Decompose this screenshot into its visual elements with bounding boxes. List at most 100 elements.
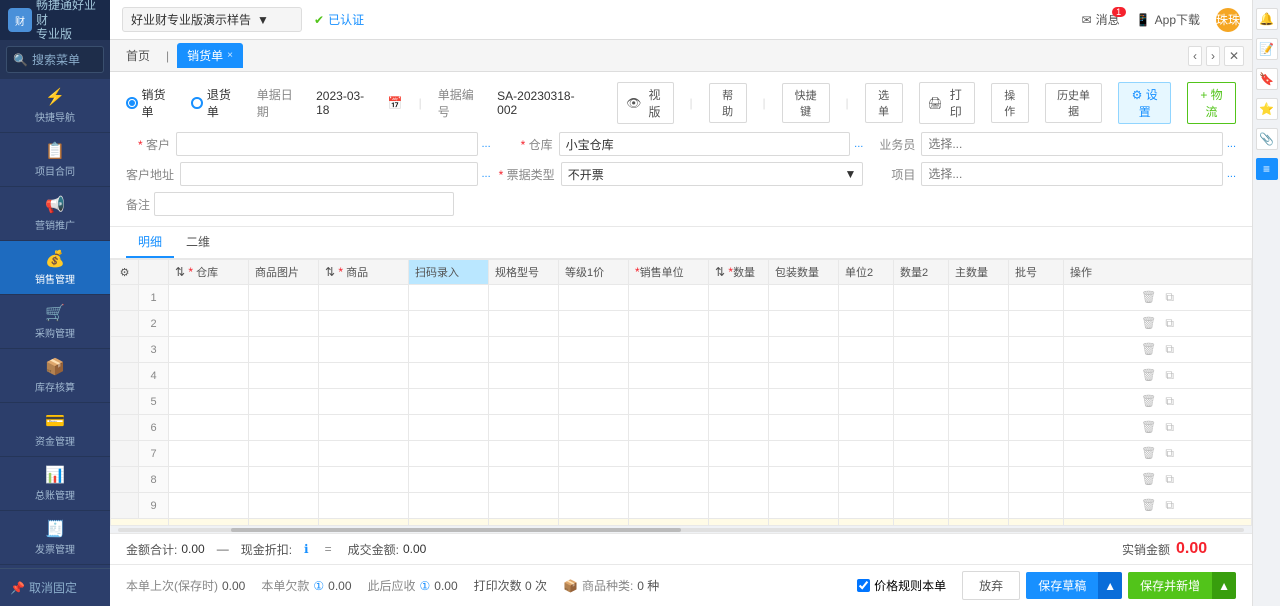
project-input[interactable] (921, 162, 1223, 186)
operate-button[interactable]: 操作 (991, 83, 1029, 123)
row-copy-5[interactable]: ⧉ (1162, 393, 1177, 410)
tab-close-icon[interactable]: × (227, 50, 233, 61)
col-product[interactable]: ⇅ * 商品 (319, 260, 409, 285)
add-logistics-button[interactable]: + 物流 (1187, 82, 1236, 124)
row-barcode-5[interactable] (409, 389, 489, 415)
row-delete-4[interactable]: 🗑 (1138, 367, 1159, 383)
help-button[interactable]: 帮助 (709, 83, 747, 123)
tab-next-button[interactable]: › (1206, 46, 1220, 66)
row-warehouse-3[interactable] (169, 337, 249, 363)
note-input[interactable] (154, 192, 454, 216)
row-copy-7[interactable]: ⧉ (1162, 445, 1177, 462)
radio-return[interactable]: 退货单 (191, 86, 240, 120)
print-button[interactable]: 🖨 打印 (919, 82, 975, 124)
row-copy-4[interactable]: ⧉ (1162, 367, 1177, 384)
row-barcode-1[interactable] (409, 285, 489, 311)
history-button[interactable]: 历史单据 (1045, 83, 1103, 123)
tab-close-all-button[interactable]: ✕ (1224, 46, 1244, 66)
row-copy-3[interactable]: ⧉ (1162, 341, 1177, 358)
row-copy-1[interactable]: ⧉ (1162, 289, 1177, 306)
row-delete-3[interactable]: 🗑 (1138, 341, 1159, 357)
select-button[interactable]: 选单 (865, 83, 903, 123)
row-product-9[interactable] (319, 493, 409, 519)
sidebar-item-project[interactable]: 📋 项目合同 (0, 133, 110, 187)
row-delete-6[interactable]: 🗑 (1138, 419, 1159, 435)
shortcut-button[interactable]: 快捷键 (782, 83, 830, 123)
save-draft-button[interactable]: 保存草稿 (1026, 572, 1098, 599)
sidebar-item-purchase[interactable]: 🛒 采购管理 (0, 295, 110, 349)
row-warehouse-4[interactable] (169, 363, 249, 389)
row-qty-1[interactable] (709, 285, 769, 311)
row-qty-6[interactable] (709, 415, 769, 441)
row-delete-8[interactable]: 🗑 (1138, 471, 1159, 487)
invoice-select[interactable]: 不开票 ▼ (561, 162, 864, 186)
debt-info-icon[interactable]: ① (313, 579, 324, 593)
row-qty-7[interactable] (709, 441, 769, 467)
row-warehouse-6[interactable] (169, 415, 249, 441)
row-warehouse-7[interactable] (169, 441, 249, 467)
table-wrapper[interactable]: ⚙ ⇅ * 仓库 商品图片 ⇅ * 商品 扫码录入 规格型号 等级1价 *销售单… (110, 259, 1252, 525)
tab-detail[interactable]: 明细 (126, 227, 174, 258)
right-panel-btn-6[interactable]: ≡ (1256, 158, 1278, 180)
address-ellipsis[interactable]: ... (482, 168, 491, 180)
row-copy-2[interactable]: ⧉ (1162, 315, 1177, 332)
unpin-button[interactable]: 📌 取消固定 (6, 575, 104, 600)
message-button[interactable]: ✉ 1 消息 (1082, 11, 1120, 28)
customer-ellipsis[interactable]: ... (482, 138, 491, 150)
save-draft-arrow-button[interactable]: ▲ (1098, 572, 1122, 599)
row-barcode-8[interactable] (409, 467, 489, 493)
company-selector[interactable]: 好业财专业版演示样告 ▼ (122, 7, 302, 32)
sidebar-item-invoice[interactable]: 🧾 发票管理 (0, 511, 110, 565)
col-gear[interactable]: ⚙ (111, 260, 139, 285)
salesperson-input[interactable] (921, 132, 1223, 156)
row-warehouse-2[interactable] (169, 311, 249, 337)
table-scrollbar[interactable] (110, 525, 1252, 533)
right-panel-btn-1[interactable]: 🔔 (1256, 8, 1278, 30)
help-icon[interactable]: ℹ (304, 542, 309, 556)
save-new-arrow-button[interactable]: ▲ (1212, 572, 1236, 599)
sidebar-item-marketing[interactable]: 📢 营销推广 (0, 187, 110, 241)
row-copy-9[interactable]: ⧉ (1162, 497, 1177, 514)
row-product-5[interactable] (319, 389, 409, 415)
col-barcode[interactable]: 扫码录入 (409, 260, 489, 285)
row-qty-4[interactable] (709, 363, 769, 389)
right-panel-btn-2[interactable]: 📝 (1256, 38, 1278, 60)
row-warehouse-1[interactable] (169, 285, 249, 311)
row-delete-5[interactable]: 🗑 (1138, 393, 1159, 409)
customer-input[interactable] (176, 132, 478, 156)
radio-sales[interactable]: 销货单 (126, 86, 175, 120)
row-product-6[interactable] (319, 415, 409, 441)
save-new-button[interactable]: 保存并新增 (1128, 572, 1212, 599)
row-delete-2[interactable]: 🗑 (1138, 315, 1159, 331)
row-qty-2[interactable] (709, 311, 769, 337)
row-barcode-7[interactable] (409, 441, 489, 467)
row-delete-9[interactable]: 🗑 (1138, 497, 1159, 513)
row-product-2[interactable] (319, 311, 409, 337)
row-barcode-6[interactable] (409, 415, 489, 441)
row-barcode-3[interactable] (409, 337, 489, 363)
sidebar-item-funds[interactable]: 💳 资金管理 (0, 403, 110, 457)
view-button[interactable]: 👁 视版 (617, 82, 673, 124)
right-panel-btn-3[interactable]: 🔖 (1256, 68, 1278, 90)
row-product-7[interactable] (319, 441, 409, 467)
warehouse-input[interactable]: 小宝仓库 (559, 132, 851, 156)
tab-sales-order[interactable]: 销货单 × (177, 43, 243, 68)
settings-button[interactable]: ⚙ 设置 (1118, 82, 1170, 124)
row-barcode-4[interactable] (409, 363, 489, 389)
calendar-icon[interactable]: 📅 (388, 96, 403, 110)
row-product-1[interactable] (319, 285, 409, 311)
abandon-button[interactable]: 放弃 (962, 571, 1020, 600)
tab-2d[interactable]: 二维 (174, 227, 222, 258)
user-avatar[interactable]: 珠珠 (1216, 8, 1240, 32)
row-barcode-2[interactable] (409, 311, 489, 337)
row-qty-3[interactable] (709, 337, 769, 363)
row-product-3[interactable] (319, 337, 409, 363)
col-warehouse[interactable]: ⇅ * 仓库 (169, 260, 249, 285)
row-warehouse-5[interactable] (169, 389, 249, 415)
receivable-info-icon[interactable]: ① (420, 579, 431, 593)
row-barcode-9[interactable] (409, 493, 489, 519)
row-warehouse-8[interactable] (169, 467, 249, 493)
row-copy-8[interactable]: ⧉ (1162, 471, 1177, 488)
salesperson-ellipsis[interactable]: ... (1227, 138, 1236, 150)
col-qty[interactable]: ⇅ *数量 (709, 260, 769, 285)
